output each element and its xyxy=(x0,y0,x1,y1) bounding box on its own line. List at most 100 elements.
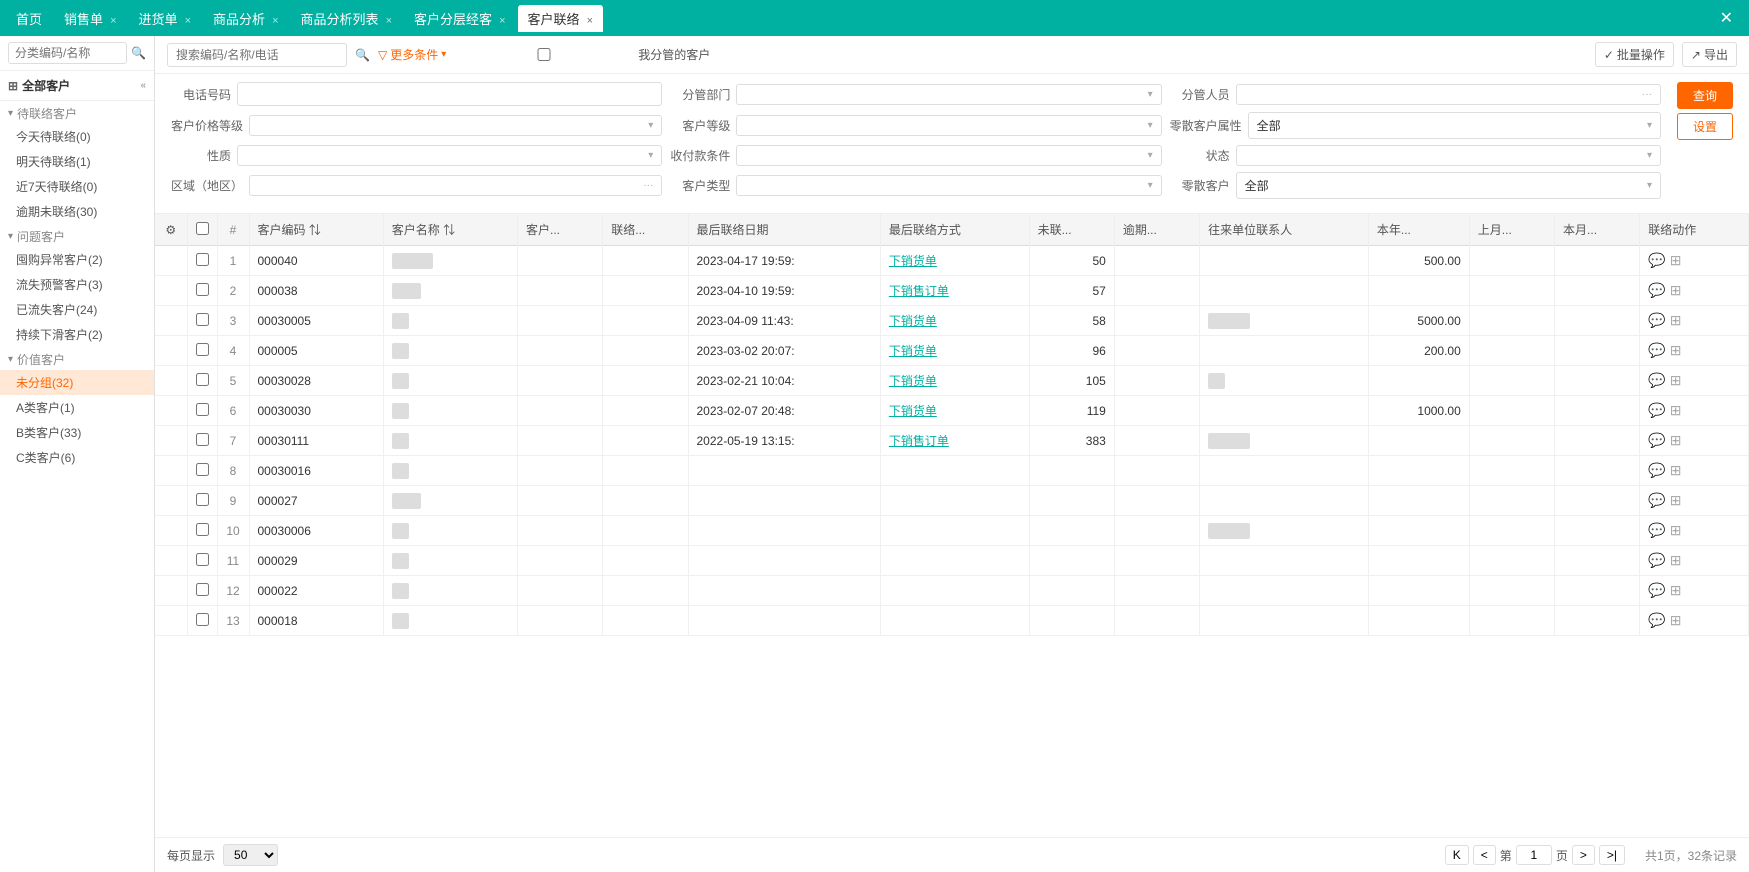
batch-op-btn[interactable]: ✓ 批量操作 xyxy=(1595,42,1674,67)
last-method-link[interactable]: 下销售订单 xyxy=(889,434,949,448)
last-method-link[interactable]: 下销货单 xyxy=(889,374,937,388)
td-check[interactable] xyxy=(187,576,217,606)
nav-tab-商品分析[interactable]: 商品分析 × xyxy=(203,5,289,32)
grid-action-icon[interactable]: ⊞ xyxy=(1670,522,1682,539)
row-checkbox[interactable] xyxy=(196,253,209,266)
grid-action-icon[interactable]: ⊞ xyxy=(1670,462,1682,479)
payment-select[interactable]: ▾ xyxy=(736,145,1161,166)
price-level-select[interactable]: ▾ xyxy=(249,115,662,136)
tab-close-icon[interactable]: × xyxy=(182,15,191,27)
row-checkbox[interactable] xyxy=(196,463,209,476)
td-last-method[interactable]: 下销货单 xyxy=(880,246,1029,276)
chat-icon[interactable]: 💬 xyxy=(1648,522,1665,539)
td-last-method[interactable]: 下销货单 xyxy=(880,336,1029,366)
row-checkbox[interactable] xyxy=(196,523,209,536)
grid-action-icon[interactable]: ⊞ xyxy=(1670,612,1682,629)
sidebar-all-customers[interactable]: ⊞ 全部客户 « xyxy=(0,71,154,101)
nav-tab-进货单[interactable]: 进货单 × xyxy=(129,5,202,32)
app-close[interactable]: ✕ xyxy=(1712,8,1741,28)
chat-icon[interactable]: 💬 xyxy=(1648,462,1665,479)
grid-action-icon[interactable]: ⊞ xyxy=(1670,402,1682,419)
prev-page-btn[interactable]: < xyxy=(1473,845,1496,865)
chat-icon[interactable]: 💬 xyxy=(1648,582,1665,599)
sidebar-search-icon[interactable]: 🔍 xyxy=(131,46,146,60)
td-check[interactable] xyxy=(187,396,217,426)
export-btn[interactable]: ↗ 导出 xyxy=(1682,42,1737,67)
row-checkbox[interactable] xyxy=(196,433,209,446)
td-last-method[interactable]: 下销售订单 xyxy=(880,426,1029,456)
sidebar-item[interactable]: 持续下滑客户(2) xyxy=(0,322,154,347)
grid-action-icon[interactable]: ⊞ xyxy=(1670,582,1682,599)
select-all-checkbox[interactable] xyxy=(196,222,209,235)
col-name[interactable]: 客户名称 ⇅ xyxy=(383,214,517,246)
retail-customer-select[interactable]: 全部▾ xyxy=(1236,172,1661,199)
last-method-link[interactable]: 下销货单 xyxy=(889,254,937,268)
grid-action-icon[interactable]: ⊞ xyxy=(1670,312,1682,329)
grid-action-icon[interactable]: ⊞ xyxy=(1670,342,1682,359)
chat-icon[interactable]: 💬 xyxy=(1648,312,1665,329)
sidebar-item[interactable]: B类客户(33) xyxy=(0,420,154,445)
query-button[interactable]: 查询 xyxy=(1677,82,1733,109)
retail-attr-select[interactable]: 全部▾ xyxy=(1248,112,1661,139)
chat-icon[interactable]: 💬 xyxy=(1648,252,1665,269)
sidebar-item[interactable]: 未分组(32) xyxy=(0,370,154,395)
row-checkbox[interactable] xyxy=(196,613,209,626)
last-method-link[interactable]: 下销货单 xyxy=(889,314,937,328)
chat-icon[interactable]: 💬 xyxy=(1648,612,1665,629)
nav-tab-客户联络[interactable]: 客户联络 × xyxy=(518,5,604,32)
grid-action-icon[interactable]: ⊞ xyxy=(1670,372,1682,389)
last-page-btn[interactable]: >| xyxy=(1599,845,1625,865)
td-check[interactable] xyxy=(187,336,217,366)
sidebar-group-待联络客户[interactable]: ▾待联络客户 xyxy=(0,101,154,124)
region-select[interactable]: ··· xyxy=(249,175,662,196)
more-conditions-btn[interactable]: ▽ 更多条件 ▾ xyxy=(378,46,446,63)
search-icon[interactable]: 🔍 xyxy=(355,48,370,62)
sidebar-item[interactable]: 流失预警客户(3) xyxy=(0,272,154,297)
td-last-method[interactable]: 下销货单 xyxy=(880,306,1029,336)
sidebar-group-问题客户[interactable]: ▾问题客户 xyxy=(0,224,154,247)
phone-input[interactable] xyxy=(237,82,662,106)
td-check[interactable] xyxy=(187,486,217,516)
grid-action-icon[interactable]: ⊞ xyxy=(1670,282,1682,299)
tab-close-icon[interactable]: × xyxy=(584,15,593,27)
nav-tab-客户分层经客[interactable]: 客户分层经客 × xyxy=(404,5,516,32)
td-last-method[interactable]: 下销货单 xyxy=(880,366,1029,396)
sidebar-search-input[interactable] xyxy=(8,42,127,64)
sidebar-item[interactable]: 今天待联络(0) xyxy=(0,124,154,149)
td-check[interactable] xyxy=(187,366,217,396)
tab-close-icon[interactable]: × xyxy=(496,15,505,27)
customer-level-select[interactable]: ▾ xyxy=(736,115,1161,136)
row-checkbox[interactable] xyxy=(196,313,209,326)
td-last-method[interactable]: 下销货单 xyxy=(880,396,1029,426)
row-checkbox[interactable] xyxy=(196,403,209,416)
reset-button[interactable]: 设置 xyxy=(1677,113,1733,140)
row-checkbox[interactable] xyxy=(196,373,209,386)
chat-icon[interactable]: 💬 xyxy=(1648,342,1665,359)
td-check[interactable] xyxy=(187,546,217,576)
td-check[interactable] xyxy=(187,246,217,276)
td-check[interactable] xyxy=(187,426,217,456)
nav-tab-商品分析列表[interactable]: 商品分析列表 × xyxy=(291,5,403,32)
page-num-input[interactable] xyxy=(1516,845,1552,865)
my-customers-checkbox[interactable] xyxy=(454,48,634,61)
sidebar-item[interactable]: 囤购异常客户(2) xyxy=(0,247,154,272)
next-page-btn[interactable]: > xyxy=(1572,845,1595,865)
customer-type-select[interactable]: ▾ xyxy=(736,175,1161,196)
row-checkbox[interactable] xyxy=(196,583,209,596)
grid-action-icon[interactable]: ⊞ xyxy=(1670,252,1682,269)
tab-close-icon[interactable]: × xyxy=(383,15,392,27)
td-check[interactable] xyxy=(187,606,217,636)
dept-select[interactable]: ▾ xyxy=(736,84,1161,105)
row-checkbox[interactable] xyxy=(196,283,209,296)
row-checkbox[interactable] xyxy=(196,343,209,356)
search-input[interactable] xyxy=(167,43,347,67)
tab-close-icon[interactable]: × xyxy=(107,15,116,27)
td-check[interactable] xyxy=(187,306,217,336)
last-method-link[interactable]: 下销货单 xyxy=(889,404,937,418)
status-select[interactable]: ▾ xyxy=(1236,145,1661,166)
td-check[interactable] xyxy=(187,456,217,486)
td-check[interactable] xyxy=(187,276,217,306)
row-checkbox[interactable] xyxy=(196,493,209,506)
nav-tab-销售单[interactable]: 销售单 × xyxy=(54,5,127,32)
grid-action-icon[interactable]: ⊞ xyxy=(1670,432,1682,449)
